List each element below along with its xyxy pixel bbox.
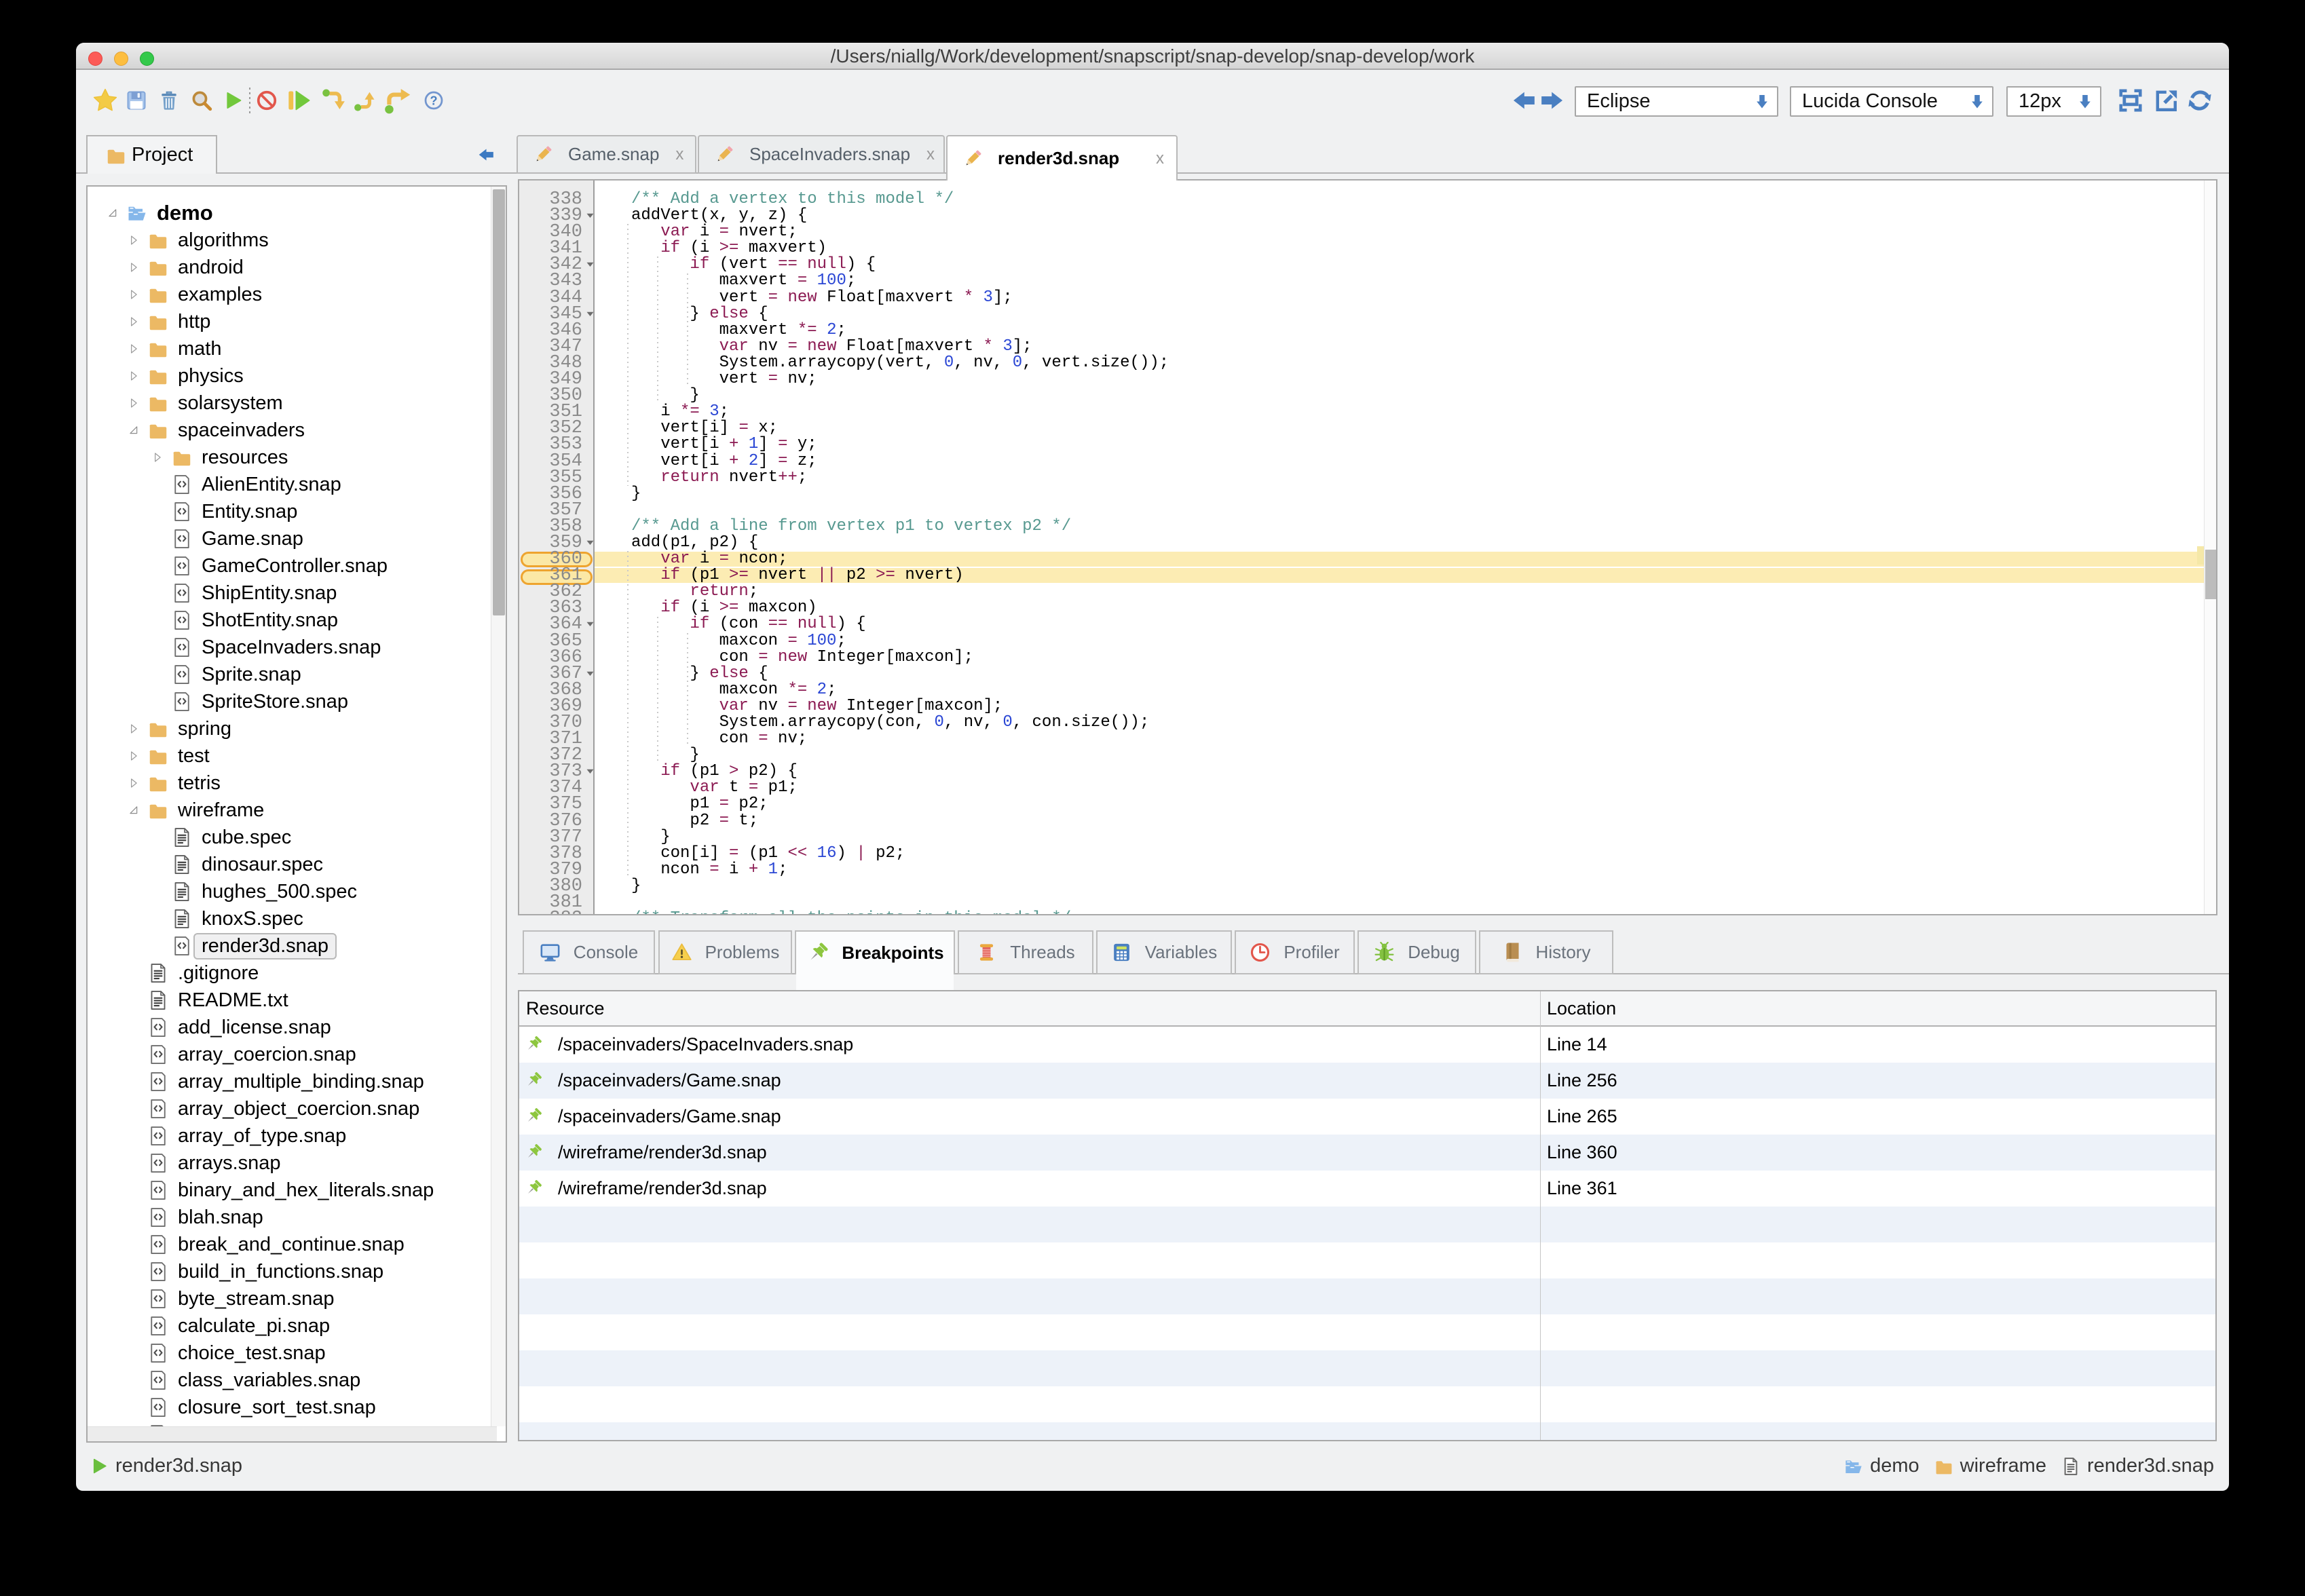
svg-text:?: ? [430,94,437,107]
